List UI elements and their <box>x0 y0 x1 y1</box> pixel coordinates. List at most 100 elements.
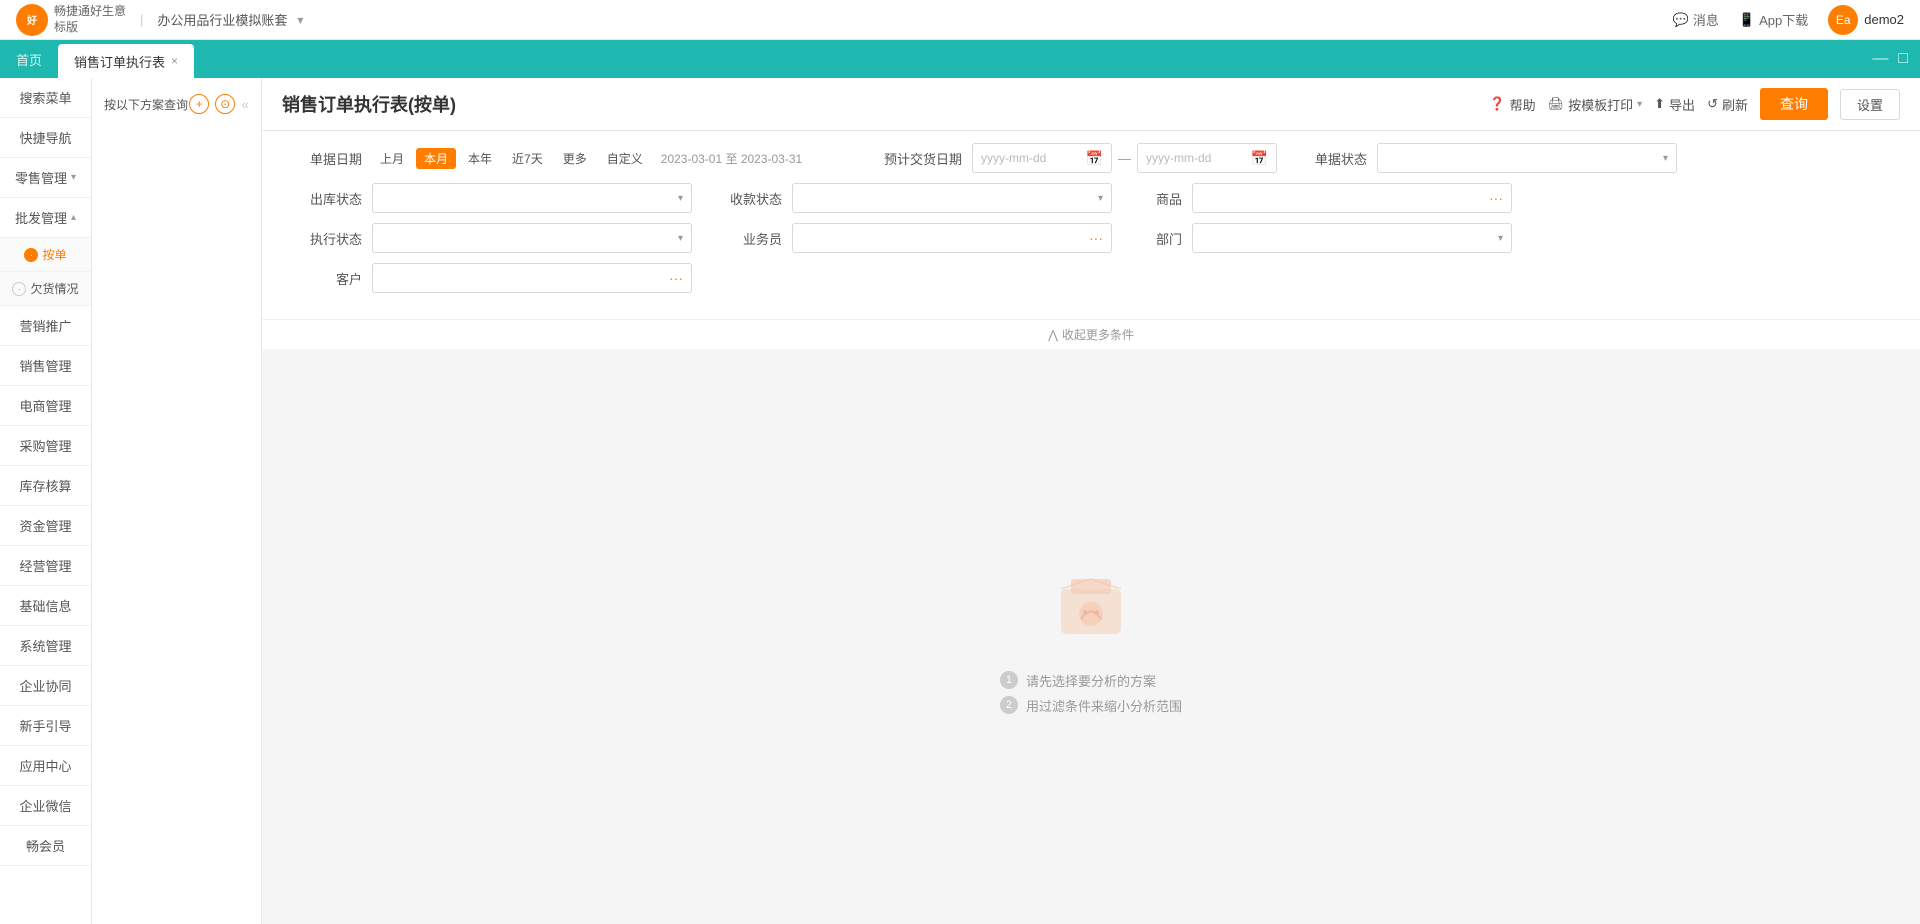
filter-row-2: 出库状态 ▾ 收款状态 ▾ <box>282 183 1900 213</box>
forecast-date-range: yyyy-mm-dd 📅 — yyyy-mm-dd 📅 <box>972 143 1277 173</box>
print-button[interactable]: 🖨 按模板打印 ▾ <box>1548 95 1643 114</box>
sidebar-sub-item-debt[interactable]: · 欠货情况 <box>0 272 91 306</box>
date-tab-this-month[interactable]: 本月 <box>416 148 456 169</box>
user-name: demo2 <box>1864 12 1904 27</box>
date-tab-7days[interactable]: 近7天 <box>504 148 551 169</box>
sidebar-sub-items: · 按单 · 欠货情况 <box>0 238 91 306</box>
sidebar-item-wholesale[interactable]: 批发管理 ▴ <box>0 198 91 238</box>
inner-layout: 按以下方案查询 + ⊙ « <box>92 78 1920 924</box>
sidebar-item-operations[interactable]: 经营管理 <box>0 546 91 586</box>
empty-hint-1: 1 请先选择要分析的方案 <box>1000 671 1182 690</box>
header-right: 💬 消息 📱 App下载 Ea demo2 <box>1673 5 1904 35</box>
sidebar-sub-item-press[interactable]: · 按单 <box>0 238 91 272</box>
sidebar-item-basic[interactable]: 基础信息 <box>0 586 91 626</box>
page-actions: ❓ 帮助 🖨 按模板打印 ▾ ⬆ 导出 <box>1489 88 1900 120</box>
header-left: 好 畅捷通好生意 标版 | 办公用品行业模拟账套 ▾ <box>16 4 303 36</box>
refresh-button[interactable]: ↺ 刷新 <box>1707 95 1748 114</box>
window-maximize-icon[interactable]: □ <box>1898 50 1908 68</box>
collapse-more-button[interactable]: ⋀ 收起更多条件 <box>262 319 1920 349</box>
sidebar-item-wechat[interactable]: 企业微信 <box>0 786 91 826</box>
filter-row-1: 单据日期 上月 本月 本年 近7天 更多 自定义 20 <box>282 143 1900 173</box>
outbound-select-arrow: ▾ <box>678 193 683 204</box>
sidebar-item-purchase[interactable]: 采购管理 <box>0 426 91 466</box>
dept-select[interactable]: ▾ <box>1192 223 1512 253</box>
forecast-date-from[interactable]: yyyy-mm-dd 📅 <box>972 143 1112 173</box>
sidebar-item-newbie[interactable]: 新手引导 <box>0 706 91 746</box>
export-button[interactable]: ⬆ 导出 <box>1654 95 1695 114</box>
execution-label: 执行状态 <box>282 229 362 248</box>
sidebar-section-wholesale: 批发管理 ▴ · 按单 · 欠货情况 <box>0 198 91 306</box>
status-select[interactable]: ▾ <box>1377 143 1677 173</box>
goods-label: 商品 <box>1122 189 1182 208</box>
sidebar-item-enterprise[interactable]: 企业协同 <box>0 666 91 706</box>
date-tab-more[interactable]: 更多 <box>555 148 595 169</box>
sidebar-item-system[interactable]: 系统管理 <box>0 626 91 666</box>
sidebar-item-retail[interactable]: 零售管理 ▾ <box>0 158 91 198</box>
settings-button[interactable]: 设置 <box>1840 89 1900 120</box>
date-tab-custom[interactable]: 自定义 <box>599 148 651 169</box>
sidebar-item-ecommerce[interactable]: 电商管理 <box>0 386 91 426</box>
main-content: 销售订单执行表(按单) ❓ 帮助 🖨 按模板打印 ▾ <box>262 78 1920 924</box>
tab-close-icon[interactable]: × <box>171 54 178 68</box>
sidebar-item-member[interactable]: 畅会员 <box>0 826 91 866</box>
date-tab-this-year[interactable]: 本年 <box>460 148 500 169</box>
date-tab-last-month[interactable]: 上月 <box>372 148 412 169</box>
logo-text: 畅捷通好生意 标版 <box>54 4 126 35</box>
salesperson-select[interactable]: ··· <box>792 223 1112 253</box>
help-icon: ❓ <box>1489 96 1505 112</box>
sidebar-item-finance[interactable]: 资金管理 <box>0 506 91 546</box>
customer-more-icon[interactable]: ··· <box>669 270 683 286</box>
settings-scheme-button[interactable]: ⊙ <box>215 94 235 114</box>
logo-icon: 好 <box>16 4 48 36</box>
wholesale-arrow-icon: ▴ <box>71 212 76 223</box>
add-scheme-button[interactable]: + <box>189 94 209 114</box>
hint-num-2: 2 <box>1000 696 1018 714</box>
sidebar-item-shortcut[interactable]: 快捷导航 <box>0 118 91 158</box>
date-control: 上月 本月 本年 近7天 更多 自定义 2023-03-01 至 2023-03… <box>372 148 852 169</box>
search-button[interactable]: 查询 <box>1760 88 1828 120</box>
breadcrumb-separator: | <box>140 12 143 27</box>
page-title: 销售订单执行表(按单) <box>282 91 456 117</box>
help-button[interactable]: ❓ 帮助 <box>1489 95 1535 114</box>
dept-select-arrow: ▾ <box>1498 233 1503 244</box>
window-minimize-icon[interactable]: — <box>1872 50 1888 68</box>
tab-home[interactable]: 首页 <box>0 40 58 78</box>
salesperson-more-icon[interactable]: ··· <box>1089 230 1103 246</box>
sidebar-item-search[interactable]: 搜索菜单 <box>0 78 91 118</box>
collection-label: 收款状态 <box>702 189 782 208</box>
empty-icon <box>1041 559 1141 659</box>
sidebar-item-app-center[interactable]: 应用中心 <box>0 746 91 786</box>
sidebar-item-inventory[interactable]: 库存核算 <box>0 466 91 506</box>
filter-row-4: 客户 ··· <box>282 263 1900 293</box>
collection-select[interactable]: ▾ <box>792 183 1112 213</box>
sidebar-item-marketing[interactable]: 营销推广 <box>0 306 91 346</box>
sidebar-item-sales[interactable]: 销售管理 <box>0 346 91 386</box>
execution-select[interactable]: ▾ <box>372 223 692 253</box>
message-button[interactable]: 💬 消息 <box>1673 10 1719 29</box>
filter-row-3: 执行状态 ▾ 业务员 ··· <box>282 223 1900 253</box>
user-area[interactable]: Ea demo2 <box>1828 5 1904 35</box>
goods-more-icon[interactable]: ··· <box>1489 190 1503 206</box>
collection-control: ▾ <box>792 183 1112 213</box>
app-download-button[interactable]: 📱 App下载 <box>1739 10 1808 29</box>
outbound-select[interactable]: ▾ <box>372 183 692 213</box>
collapse-panel-icon[interactable]: « <box>241 96 249 112</box>
customer-control: ··· <box>372 263 692 293</box>
date-range-text: 2023-03-01 至 2023-03-31 <box>661 150 802 167</box>
breadcrumb-arrow[interactable]: ▾ <box>297 13 303 27</box>
forecast-date-to[interactable]: yyyy-mm-dd 📅 <box>1137 143 1277 173</box>
avatar: Ea <box>1828 5 1858 35</box>
customer-label: 客户 <box>282 269 362 288</box>
customer-select[interactable]: ··· <box>372 263 692 293</box>
print-arrow-icon: ▾ <box>1637 99 1642 110</box>
panel-header-actions: + ⊙ « <box>189 94 249 114</box>
breadcrumb[interactable]: 办公用品行业模拟账套 <box>157 10 287 29</box>
execution-control: ▾ <box>372 223 692 253</box>
goods-select[interactable]: ··· <box>1192 183 1512 213</box>
sidebar: 搜索菜单 快捷导航 零售管理 ▾ 批发管理 ▴ · 按单 · 欠货情况 <box>0 78 92 924</box>
dept-control: ▾ <box>1192 223 1512 253</box>
message-icon: 💬 <box>1673 12 1689 28</box>
retail-arrow-icon: ▾ <box>71 172 76 183</box>
tab-active[interactable]: 销售订单执行表 × <box>58 44 194 78</box>
export-icon: ⬆ <box>1654 96 1665 112</box>
